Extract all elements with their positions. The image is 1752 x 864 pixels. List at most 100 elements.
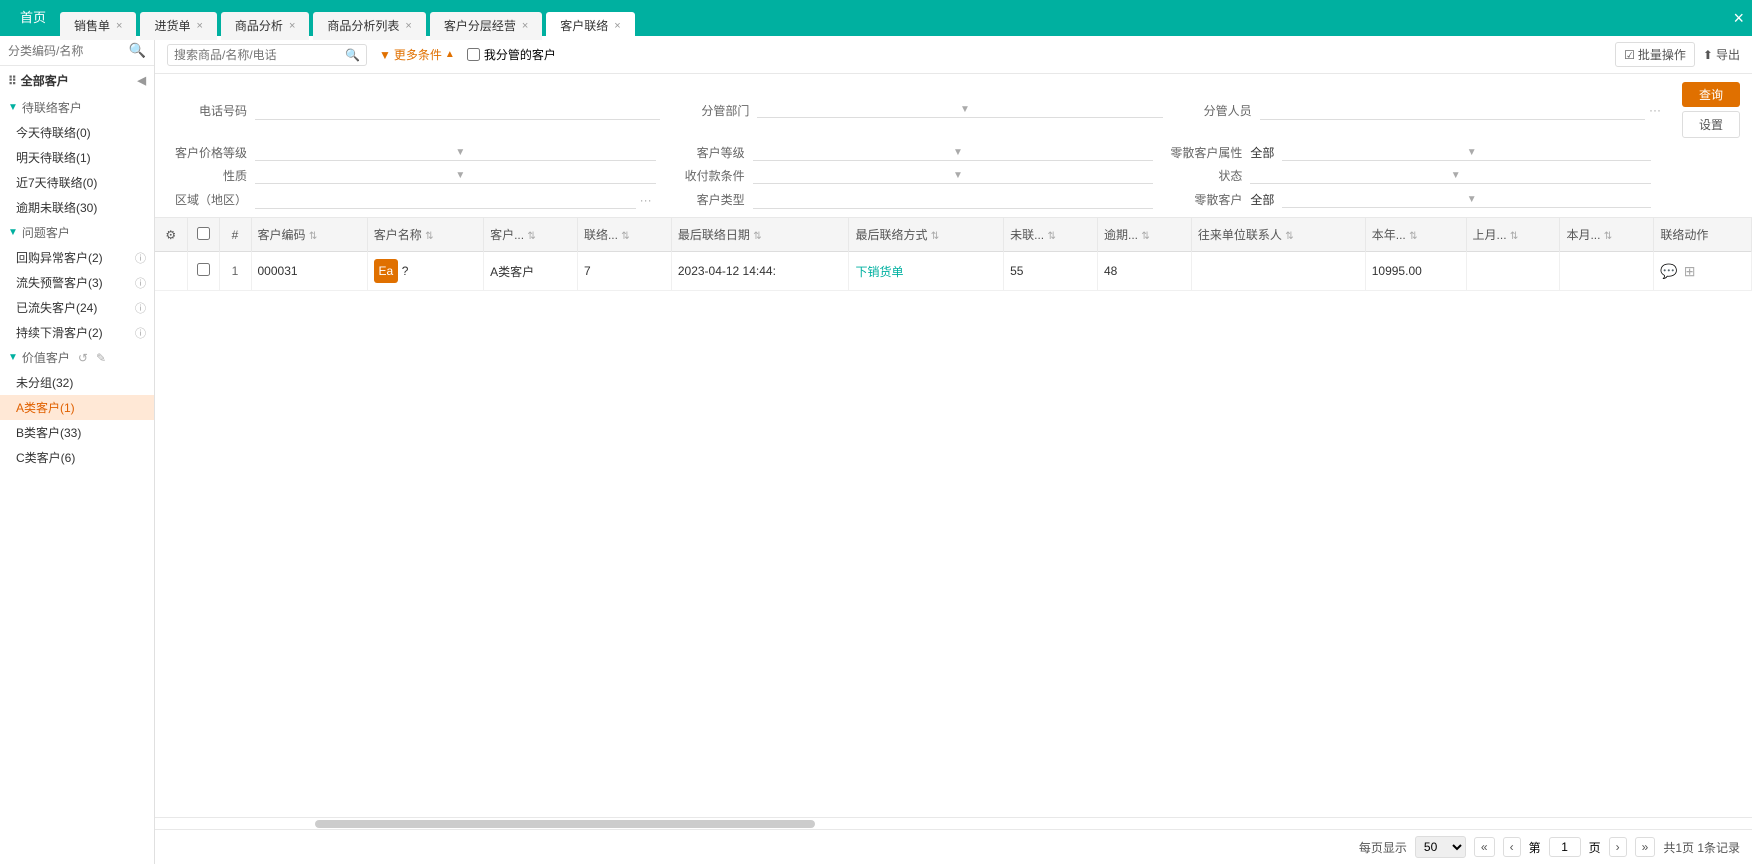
person-input[interactable] (1260, 101, 1645, 120)
tab-close-icon[interactable]: × (116, 12, 122, 40)
value-item-1[interactable]: A类客户(1) (0, 395, 154, 420)
chat-icon[interactable]: 💬 (1660, 263, 1677, 280)
person-dots-icon[interactable]: ··· (1645, 103, 1665, 117)
last-month-col-header[interactable]: 上月... ⇅ (1466, 218, 1560, 252)
tab-close-icon[interactable]: × (196, 12, 202, 40)
prev-page-btn[interactable]: ‹ (1503, 837, 1521, 857)
overdue-col-header[interactable]: 逾期... ⇅ (1098, 218, 1192, 252)
topbar-tab-4[interactable]: 客户分层经营× (430, 12, 542, 40)
qr-icon[interactable]: ⊞ (1684, 263, 1696, 280)
type-col-header[interactable]: 客户... ⇅ (484, 218, 578, 252)
pending-group[interactable]: ▼ 待联络客户 (0, 95, 154, 120)
customer-type-input[interactable] (753, 190, 1154, 209)
gear-col-header[interactable]: ⚙ (155, 218, 187, 252)
table-row: 1 000031 Ea ? A类客户 7 2023-04-12 14:44: 下… (155, 252, 1752, 291)
tab-close-icon[interactable]: × (405, 12, 411, 40)
problem-item-3[interactable]: 持续下滑客户(2)ⓘ (0, 320, 154, 345)
total-info: 共1页 1条记录 (1663, 839, 1740, 856)
value-item-2[interactable]: B类客户(33) (0, 420, 154, 445)
checkbox-col-header[interactable] (187, 218, 219, 252)
scatter-attr-label: 零散客户属性 (1170, 144, 1250, 161)
last-date-col-header[interactable]: 最后联络日期 ⇅ (671, 218, 849, 252)
pending-item-2[interactable]: 近7天待联络(0) (0, 170, 154, 195)
pending-item-0[interactable]: 今天待联络(0) (0, 120, 154, 145)
row-last-date-cell: 2023-04-12 14:44: (671, 252, 849, 291)
problem-item-1[interactable]: 流失预警客户(3)ⓘ (0, 270, 154, 295)
more-conditions-btn[interactable]: ▼ 更多条件 ▲ (379, 46, 455, 63)
region-input[interactable] (255, 190, 636, 209)
scatter-attr-select[interactable]: ▼ (1282, 145, 1651, 161)
status-select[interactable]: ▼ (1250, 168, 1651, 184)
next-page-btn[interactable]: › (1609, 837, 1627, 857)
last-method-col-header[interactable]: 最后联络方式 ⇅ (849, 218, 1004, 252)
sidebar-search-input[interactable] (8, 44, 129, 58)
customer-type-cell: 客户类型 (665, 190, 1163, 209)
last-method-link[interactable]: 下销货单 (855, 265, 903, 279)
pagination-footer: 每页显示 50 100 200 « ‹ 第 页 › » 共1页 1条记录 (155, 829, 1752, 864)
tab-label: 商品分析 (235, 12, 283, 40)
home-tab[interactable]: 首页 (8, 0, 58, 36)
row-checkbox-cell[interactable] (187, 252, 219, 291)
page-size-label: 每页显示 (1359, 839, 1407, 856)
value-item-0[interactable]: 未分组(32) (0, 370, 154, 395)
filter-search-icon[interactable]: 🔍 (345, 48, 360, 62)
payment-select[interactable]: ▼ (753, 168, 1154, 184)
problem-item-2[interactable]: 已流失客户(24)ⓘ (0, 295, 154, 320)
adv-filter-actions: 查询 设置 (1674, 82, 1740, 138)
sidebar-search-icon[interactable]: 🔍 (129, 42, 146, 59)
batch-op-btn[interactable]: ☑ 批量操作 (1615, 42, 1695, 67)
name-col-header[interactable]: 客户名称 ⇅ (367, 218, 483, 252)
value-refresh-icon[interactable]: ↺ (78, 351, 88, 365)
topbar-tab-5[interactable]: 客户联络× (546, 12, 634, 40)
tab-close-icon[interactable]: × (522, 12, 528, 40)
region-dots-icon[interactable]: ··· (636, 193, 656, 207)
topbar-close-icon[interactable]: × (1733, 8, 1744, 29)
current-page-input[interactable] (1549, 837, 1581, 857)
page-size-select[interactable]: 50 100 200 (1415, 836, 1466, 858)
my-customers-checkbox-wrapper[interactable]: 我分管的客户 (467, 46, 556, 63)
all-customers-header[interactable]: ⠿ 全部客户 ◀ (0, 66, 154, 95)
export-btn[interactable]: ⬆ 导出 (1703, 46, 1740, 63)
h-scrollbar-thumb[interactable] (315, 820, 815, 828)
payment-cell: 收付款条件 ▼ (665, 167, 1163, 184)
problem-item-0[interactable]: 回购异常客户(2)ⓘ (0, 245, 154, 270)
status-chevron-icon: ▼ (1451, 170, 1647, 181)
h-scrollbar-area[interactable] (155, 817, 1752, 829)
scatter-cust-label: 零散客户 (1170, 191, 1250, 208)
row-last-method-cell[interactable]: 下销货单 (849, 252, 1004, 291)
value-item-3[interactable]: C类客户(6) (0, 445, 154, 470)
topbar-tab-1[interactable]: 进货单× (140, 12, 216, 40)
topbar-tab-0[interactable]: 销售单× (60, 12, 136, 40)
this-year-col-header[interactable]: 本年... ⇅ (1365, 218, 1466, 252)
no-contact-col-header[interactable]: 未联... ⇅ (1004, 218, 1098, 252)
customer-level-select[interactable]: ▼ (753, 145, 1154, 161)
select-all-checkbox[interactable] (197, 227, 210, 240)
topbar-tab-3[interactable]: 商品分析列表× (313, 12, 425, 40)
region-label: 区域（地区） (175, 191, 255, 208)
topbar-tab-2[interactable]: 商品分析× (221, 12, 309, 40)
value-edit-icon[interactable]: ✎ (96, 351, 106, 365)
my-customers-checkbox[interactable] (467, 48, 480, 61)
unit-contact-col-header[interactable]: 往来单位联系人 ⇅ (1191, 218, 1365, 252)
problem-group[interactable]: ▼ 问题客户 (0, 220, 154, 245)
nature-select[interactable]: ▼ (255, 168, 656, 184)
pending-item-3[interactable]: 逾期未联络(30) (0, 195, 154, 220)
value-group[interactable]: ▼ 价值客户 ↺ ✎ (0, 345, 154, 370)
first-page-btn[interactable]: « (1474, 837, 1495, 857)
row-checkbox[interactable] (197, 263, 210, 276)
tab-close-icon[interactable]: × (289, 12, 295, 40)
price-level-select[interactable]: ▼ (255, 145, 656, 161)
contact-count-col-header[interactable]: 联络... ⇅ (577, 218, 671, 252)
last-page-btn[interactable]: » (1635, 837, 1656, 857)
dept-select[interactable]: ▼ (757, 102, 1162, 118)
collapse-icon[interactable]: ◀ (138, 74, 146, 87)
settings-button[interactable]: 设置 (1682, 111, 1740, 138)
phone-input[interactable] (255, 101, 660, 120)
tab-close-icon[interactable]: × (614, 12, 620, 40)
code-col-header[interactable]: 客户编码 ⇅ (251, 218, 367, 252)
filter-search-input[interactable] (174, 48, 345, 62)
query-button[interactable]: 查询 (1682, 82, 1740, 107)
this-month-col-header[interactable]: 本月... ⇅ (1560, 218, 1654, 252)
scatter-cust-select[interactable]: ▼ (1282, 192, 1651, 208)
pending-item-1[interactable]: 明天待联络(1) (0, 145, 154, 170)
